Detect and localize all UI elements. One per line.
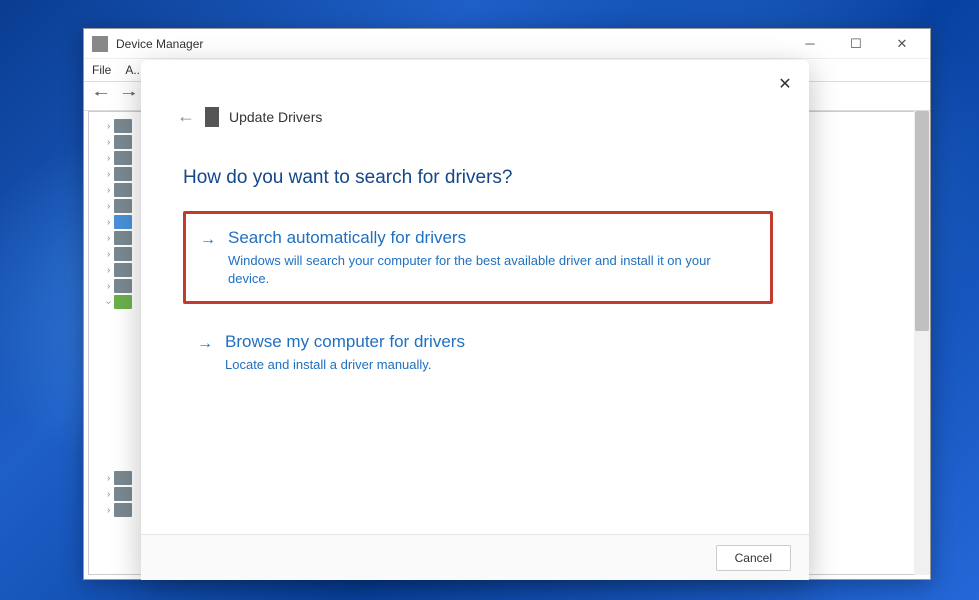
dialog-footer: Cancel	[141, 534, 809, 580]
back-arrow-icon[interactable]: ←	[177, 106, 195, 127]
scrollbar[interactable]	[914, 111, 930, 575]
scrollbar-thumb[interactable]	[915, 111, 929, 331]
close-window-button[interactable]: ✕	[888, 34, 916, 54]
driver-icon	[205, 107, 219, 127]
option-browse-computer[interactable]: → Browse my computer for drivers Locate …	[183, 318, 773, 388]
arrow-right-icon: →	[200, 231, 216, 249]
arrow-right-icon: →	[197, 335, 213, 353]
dialog-question: How do you want to search for drivers?	[141, 127, 809, 211]
maximize-button[interactable]: ☐	[842, 34, 870, 54]
option-search-automatically[interactable]: → Search automatically for drivers Windo…	[183, 211, 773, 304]
option-description: Locate and install a driver manually.	[225, 356, 755, 374]
cancel-button[interactable]: Cancel	[716, 545, 791, 571]
minimize-button[interactable]: ─	[796, 34, 824, 54]
window-title: Device Manager	[116, 37, 796, 51]
option-title: Browse my computer for drivers	[225, 332, 755, 352]
option-description: Windows will search your computer for th…	[228, 252, 752, 287]
update-drivers-dialog: ✕ ← Update Drivers How do you want to se…	[141, 60, 809, 580]
close-dialog-button[interactable]: ✕	[775, 74, 795, 94]
titlebar: Device Manager ─ ☐ ✕	[84, 29, 930, 59]
option-title: Search automatically for drivers	[228, 228, 752, 248]
back-icon[interactable]: 🠐	[90, 85, 112, 107]
dialog-title: Update Drivers	[229, 109, 322, 125]
dialog-header: ← Update Drivers	[141, 60, 809, 127]
app-icon	[92, 36, 108, 52]
forward-icon[interactable]: 🠒	[118, 85, 140, 107]
menu-file[interactable]: File	[92, 63, 111, 77]
